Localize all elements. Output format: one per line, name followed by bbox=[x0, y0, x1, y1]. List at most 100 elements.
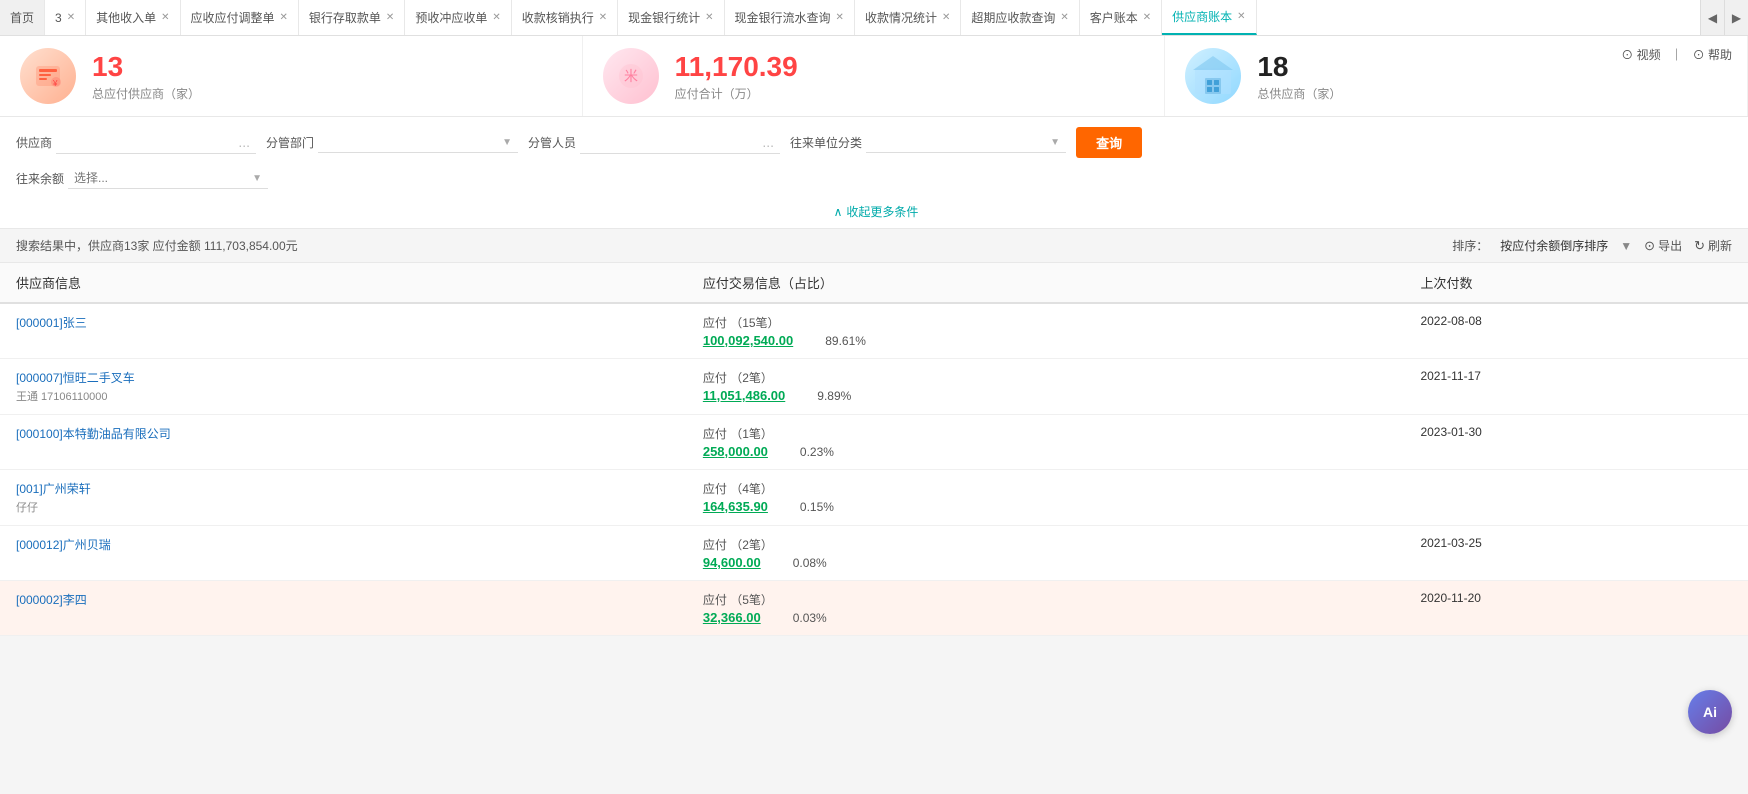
close-verify[interactable]: ✕ bbox=[599, 12, 607, 23]
last-payment-date: 2020-11-20 bbox=[1420, 591, 1481, 605]
payable-info-cell: 应付 （2笔） 11,051,486.00 9.89% bbox=[687, 359, 1405, 415]
payable-amount-link[interactable]: 94,600.00 bbox=[703, 555, 761, 570]
dept-input-wrapper: ▼ bbox=[318, 132, 518, 153]
payable-percentage: 0.08% bbox=[793, 556, 827, 570]
payable-label: 应付 （1笔） bbox=[703, 425, 1389, 442]
sort-value[interactable]: 按应付余额倒序排序 bbox=[1500, 237, 1608, 254]
nav-income[interactable]: 其他收入单 ✕ bbox=[86, 0, 180, 35]
payable-suppliers-label: 总应付供应商（家） bbox=[92, 85, 200, 102]
payable-suppliers-count: 13 bbox=[92, 50, 200, 84]
dept-filter-label: 分管部门 bbox=[266, 134, 314, 151]
stats-top-right-links: ⊙ 视频 ｜ ⊙ 帮助 bbox=[1621, 46, 1732, 63]
payable-amount-link[interactable]: 32,366.00 bbox=[703, 610, 761, 625]
sort-chevron-icon[interactable]: ▼ bbox=[1620, 239, 1632, 253]
nav-adjust[interactable]: 应收应付调整单 ✕ bbox=[181, 0, 299, 35]
total-suppliers-icon bbox=[1185, 48, 1241, 104]
close-prepay[interactable]: ✕ bbox=[492, 12, 500, 23]
payable-amount-link[interactable]: 258,000.00 bbox=[703, 444, 768, 459]
nav-supplierledger[interactable]: 供应商账本 ✕ bbox=[1162, 0, 1256, 35]
filter-balance: 往来余额 ▼ bbox=[16, 168, 268, 189]
close-cashflow[interactable]: ✕ bbox=[836, 12, 844, 23]
supplier-filter-label: 供应商 bbox=[16, 134, 52, 151]
dept-input[interactable] bbox=[324, 135, 502, 149]
nav-next-arrow[interactable]: ▶ bbox=[1724, 0, 1748, 36]
category-chevron-icon[interactable]: ▼ bbox=[1050, 137, 1060, 148]
person-input[interactable] bbox=[586, 135, 762, 149]
dept-chevron-icon[interactable]: ▼ bbox=[502, 137, 512, 148]
balance-input[interactable] bbox=[74, 171, 252, 185]
close-tab3[interactable]: ✕ bbox=[67, 12, 75, 23]
nav-prev-arrow[interactable]: ◀ bbox=[1700, 0, 1724, 36]
supplier-link[interactable]: [000002]李四 bbox=[16, 593, 87, 607]
filter-category: 往来单位分类 ▼ bbox=[790, 132, 1066, 153]
last-payment-cell: 2021-03-25 bbox=[1404, 526, 1748, 581]
payable-amount-link[interactable]: 164,635.90 bbox=[703, 499, 768, 514]
payable-info-cell: 应付 （15笔） 100,092,540.00 89.61% bbox=[687, 303, 1405, 359]
supplier-sub-info: 王通 17106110000 bbox=[16, 388, 671, 404]
supplier-link[interactable]: [000007]恒旺二手叉车 bbox=[16, 371, 135, 385]
stat-total-suppliers-text: 18 总供应商（家） bbox=[1257, 50, 1341, 103]
balance-chevron-icon[interactable]: ▼ bbox=[252, 173, 262, 184]
payable-percentage: 0.15% bbox=[800, 500, 834, 514]
person-filter-label: 分管人员 bbox=[528, 134, 576, 151]
supplier-table-container: 供应商信息 应付交易信息（占比） 上次付数 [000001]张三 应付 （15笔… bbox=[0, 263, 1748, 636]
query-button[interactable]: 查询 bbox=[1076, 127, 1142, 158]
supplier-info-cell: [001]广州荣轩 仔仔 bbox=[0, 470, 687, 526]
payable-percentage: 9.89% bbox=[817, 389, 851, 403]
ai-assistant-btn[interactable]: Ai bbox=[1688, 690, 1732, 734]
filter-dept: 分管部门 ▼ bbox=[266, 132, 518, 153]
payable-info-cell: 应付 （4笔） 164,635.90 0.15% bbox=[687, 470, 1405, 526]
table-row: [000100]本特勤油品有限公司 应付 （1笔） 258,000.00 0.2… bbox=[0, 415, 1748, 470]
nav-receiptstat[interactable]: 收款情况统计 ✕ bbox=[855, 0, 961, 35]
supplier-link[interactable]: [001]广州荣轩 bbox=[16, 482, 91, 496]
close-receiptstat[interactable]: ✕ bbox=[942, 12, 950, 23]
last-payment-cell: 2022-08-08 bbox=[1404, 303, 1748, 359]
close-custledger[interactable]: ✕ bbox=[1143, 12, 1151, 23]
stat-payable-amount: 米 11,170.39 应付合计（万） bbox=[583, 36, 1166, 116]
supplier-link[interactable]: [000100]本特勤油品有限公司 bbox=[16, 427, 171, 441]
last-payment-date: 2021-03-25 bbox=[1420, 536, 1481, 550]
close-supplierledger[interactable]: ✕ bbox=[1237, 11, 1245, 22]
close-adjust[interactable]: ✕ bbox=[280, 12, 288, 23]
refresh-icon: ↻ bbox=[1694, 238, 1705, 254]
balance-input-wrapper: ▼ bbox=[68, 168, 268, 189]
supplier-input[interactable] bbox=[62, 135, 238, 149]
supplier-link[interactable]: [000012]广州贝瑞 bbox=[16, 538, 111, 552]
supplier-dots-btn[interactable]: ... bbox=[238, 134, 250, 150]
nav-prepay[interactable]: 预收冲应收单 ✕ bbox=[405, 0, 511, 35]
payable-amount-link[interactable]: 11,051,486.00 bbox=[703, 388, 785, 403]
help-link[interactable]: ⊙ 帮助 bbox=[1693, 46, 1732, 63]
close-cashstat[interactable]: ✕ bbox=[705, 12, 713, 23]
refresh-btn[interactable]: ↻ 刷新 bbox=[1694, 237, 1732, 254]
close-overdue[interactable]: ✕ bbox=[1060, 12, 1068, 23]
collapse-filter-btn[interactable]: ∧ 收起更多条件 bbox=[16, 199, 1732, 224]
nav-overdue[interactable]: 超期应收款查询 ✕ bbox=[961, 0, 1079, 35]
supplier-link[interactable]: [000001]张三 bbox=[16, 316, 87, 330]
payable-label: 应付 （2笔） bbox=[703, 369, 1389, 386]
category-filter-label: 往来单位分类 bbox=[790, 134, 862, 151]
person-input-wrapper: ... bbox=[580, 131, 780, 154]
payable-label: 应付 （5笔） bbox=[703, 591, 1389, 608]
person-dots-btn[interactable]: ... bbox=[762, 134, 774, 150]
result-actions: 排序： 按应付余额倒序排序 ▼ ⊙ 导出 ↻ 刷新 bbox=[1452, 237, 1732, 254]
nav-cashflow[interactable]: 现金银行流水查询 ✕ bbox=[725, 0, 855, 35]
result-bar: 搜索结果中，供应商13家 应付金额 111,703,854.00元 排序： 按应… bbox=[0, 229, 1748, 263]
video-link[interactable]: ⊙ 视频 bbox=[1621, 46, 1660, 63]
payable-suppliers-icon: ¥ bbox=[20, 48, 76, 104]
nav-custledger[interactable]: 客户账本 ✕ bbox=[1080, 0, 1162, 35]
table-row: [000007]恒旺二手叉车 王通 17106110000 应付 （2笔） 11… bbox=[0, 359, 1748, 415]
svg-text:¥: ¥ bbox=[52, 79, 58, 88]
filter-area: 供应商 ... 分管部门 ▼ 分管人员 ... 往来单位分类 bbox=[0, 117, 1748, 229]
close-bank[interactable]: ✕ bbox=[386, 12, 394, 23]
last-payment-cell: 2023-01-30 bbox=[1404, 415, 1748, 470]
nav-home[interactable]: 首页 bbox=[0, 0, 45, 35]
nav-tab3[interactable]: 3 ✕ bbox=[45, 0, 86, 35]
payable-amount-link[interactable]: 100,092,540.00 bbox=[703, 333, 793, 348]
payable-amount-value: 11,170.39 bbox=[675, 50, 798, 84]
nav-bank[interactable]: 银行存取款单 ✕ bbox=[299, 0, 405, 35]
nav-verify[interactable]: 收款核销执行 ✕ bbox=[512, 0, 618, 35]
export-btn[interactable]: ⊙ 导出 bbox=[1644, 237, 1682, 254]
close-income[interactable]: ✕ bbox=[161, 12, 169, 23]
nav-cashstat[interactable]: 现金银行统计 ✕ bbox=[618, 0, 724, 35]
category-input[interactable] bbox=[872, 135, 1050, 149]
